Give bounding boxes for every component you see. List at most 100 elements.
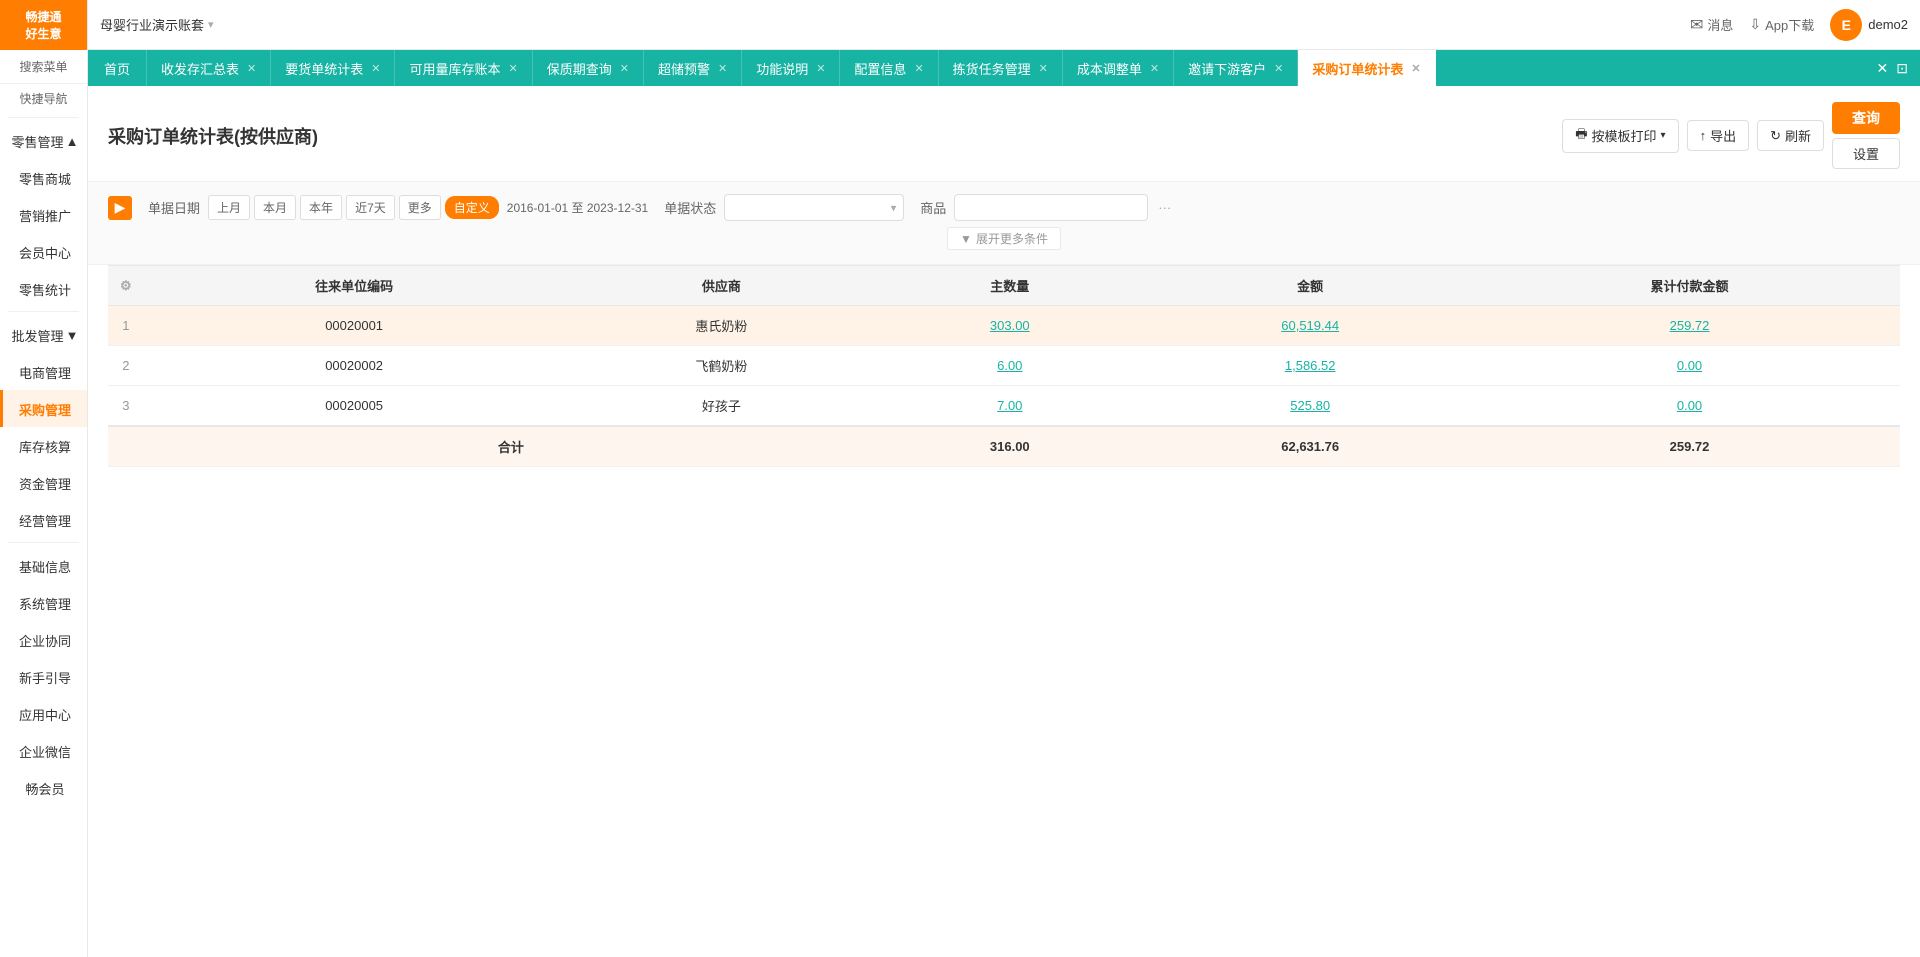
tab-close-cost-adjust[interactable]: ✕ bbox=[1150, 62, 1159, 75]
workspace-dropdown-icon: ▾ bbox=[208, 18, 214, 31]
tab-close-pick-task[interactable]: ✕ bbox=[1039, 62, 1048, 75]
column-settings-icon[interactable]: ⚙ bbox=[120, 278, 132, 293]
footer-empty bbox=[108, 426, 144, 467]
cell-amount-1[interactable]: 60,519.44 bbox=[1141, 306, 1479, 346]
tab-expiry-query[interactable]: 保质期查询 ✕ bbox=[533, 50, 644, 86]
cell-index-3: 3 bbox=[108, 386, 144, 427]
tab-config-info[interactable]: 配置信息 ✕ bbox=[840, 50, 938, 86]
tab-close-expiry-query[interactable]: ✕ bbox=[620, 62, 629, 75]
date-btn-last-month[interactable]: 上月 bbox=[208, 195, 250, 220]
message-button[interactable]: ✉ 消息 bbox=[1690, 15, 1733, 35]
query-button[interactable]: 查询 bbox=[1832, 102, 1900, 134]
tab-pick-task[interactable]: 拣货任务管理 ✕ bbox=[939, 50, 1063, 86]
cell-paid-3[interactable]: 0.00 bbox=[1479, 386, 1900, 427]
cell-supplier-3: 好孩子 bbox=[565, 386, 879, 427]
col-qty: 主数量 bbox=[878, 266, 1141, 306]
refresh-button[interactable]: ↻ 刷新 bbox=[1757, 120, 1824, 151]
cell-amount-3[interactable]: 525.80 bbox=[1141, 386, 1479, 427]
sidebar-item-wholesale[interactable]: 批发管理 ▼ bbox=[0, 316, 87, 353]
sidebar-item-ecommerce[interactable]: 电商管理 bbox=[0, 353, 87, 390]
avatar[interactable]: E bbox=[1830, 9, 1862, 41]
date-range-display: 2016-01-01 至 2023-12-31 bbox=[507, 199, 648, 216]
cell-amount-2[interactable]: 1,586.52 bbox=[1141, 346, 1479, 386]
tab-expand-button[interactable]: ⊡ bbox=[1892, 60, 1912, 77]
table-row: 1 00020001 惠氏奶粉 303.00 60,519.44 259.72 bbox=[108, 306, 1900, 346]
status-select[interactable] bbox=[724, 194, 904, 221]
date-btn-this-month[interactable]: 本月 bbox=[254, 195, 296, 220]
tab-close-purchase-summary[interactable]: ✕ bbox=[1411, 62, 1420, 75]
print-dropdown-icon: ▾ bbox=[1661, 130, 1666, 141]
tab-cost-adjust[interactable]: 成本调整单 ✕ bbox=[1063, 50, 1174, 86]
cell-paid-2[interactable]: 0.00 bbox=[1479, 346, 1900, 386]
goods-input[interactable] bbox=[954, 194, 1148, 221]
sidebar-item-shortcut[interactable]: 快捷导航 bbox=[0, 84, 87, 113]
expand-more-button[interactable]: ▼ 展开更多条件 bbox=[947, 227, 1061, 250]
tab-purchase-summary[interactable]: 采购订单统计表 ✕ bbox=[1298, 50, 1435, 86]
sidebar-item-stock[interactable]: 库存核算 bbox=[0, 427, 87, 464]
tab-goods-summary[interactable]: 要货单统计表 ✕ bbox=[271, 50, 395, 86]
col-amount: 金额 bbox=[1141, 266, 1479, 306]
app-download-button[interactable]: ⇩ App下载 bbox=[1749, 15, 1814, 34]
tabbar: 首页 收发存汇总表 ✕ 要货单统计表 ✕ 可用量库存账本 ✕ 保质期查询 ✕ 超… bbox=[88, 50, 1920, 86]
tab-close-goods-summary[interactable]: ✕ bbox=[371, 62, 380, 75]
message-icon: ✉ bbox=[1690, 15, 1703, 35]
printer-icon: 🖶 bbox=[1575, 125, 1587, 147]
cell-qty-1[interactable]: 303.00 bbox=[878, 306, 1141, 346]
tab-overstock-warning[interactable]: 超储预警 ✕ bbox=[644, 50, 742, 86]
sidebar-item-purchase[interactable]: 采购管理 bbox=[0, 390, 87, 427]
sidebar-item-finance[interactable]: 资金管理 bbox=[0, 464, 87, 501]
sidebar-item-retail-shop[interactable]: 零售商城 bbox=[0, 159, 87, 196]
tab-invite-downstream[interactable]: 邀请下游客户 ✕ bbox=[1174, 50, 1298, 86]
tab-close-overstock-warning[interactable]: ✕ bbox=[718, 62, 727, 75]
tab-close-available-stock[interactable]: ✕ bbox=[509, 62, 518, 75]
cell-paid-1[interactable]: 259.72 bbox=[1479, 306, 1900, 346]
sidebar-item-member[interactable]: 会员中心 bbox=[0, 233, 87, 270]
user-info[interactable]: E demo2 bbox=[1830, 9, 1908, 41]
toggle-filter-button[interactable]: ▶ bbox=[108, 196, 132, 220]
footer-label: 合计 bbox=[144, 426, 879, 467]
page-header: 采购订单统计表(按供应商) 🖶 按模板打印 ▾ ↑ 导出 ↻ 刷新 查询 bbox=[88, 86, 1920, 182]
date-btn-custom[interactable]: 自定义 bbox=[445, 196, 499, 219]
tab-home[interactable]: 首页 bbox=[88, 50, 147, 86]
table-body: 1 00020001 惠氏奶粉 303.00 60,519.44 259.72 … bbox=[108, 306, 1900, 427]
sidebar-item-app-center[interactable]: 应用中心 bbox=[0, 695, 87, 732]
sidebar-item-retail[interactable]: 零售管理 ▲ bbox=[0, 122, 87, 159]
table-header-row: ⚙ 往来单位编码 供应商 主数量 金额 累计付款金额 bbox=[108, 266, 1900, 306]
sidebar: 畅捷通好生意 搜索菜单 快捷导航 零售管理 ▲ 零售商城 营销推广 会员中心 零… bbox=[0, 0, 88, 957]
settings-button[interactable]: 设置 bbox=[1832, 138, 1900, 169]
tab-close-config-info[interactable]: ✕ bbox=[914, 62, 923, 75]
arrow-right-icon: ▶ bbox=[115, 199, 126, 216]
status-filter: 单据状态 bbox=[664, 194, 904, 221]
sidebar-item-base-info[interactable]: 基础信息 bbox=[0, 547, 87, 584]
date-btn-more[interactable]: 更多 bbox=[399, 195, 441, 220]
tab-close-all-button[interactable]: ✕ bbox=[1873, 60, 1893, 77]
tab-close-function-desc[interactable]: ✕ bbox=[816, 62, 825, 75]
cell-qty-3[interactable]: 7.00 bbox=[878, 386, 1141, 427]
date-btn-7days[interactable]: 近7天 bbox=[346, 195, 395, 220]
tab-close-receive-summary[interactable]: ✕ bbox=[247, 62, 256, 75]
export-button[interactable]: ↑ 导出 bbox=[1687, 120, 1750, 151]
workspace-selector[interactable]: 母婴行业演示账套 ▾ bbox=[100, 15, 1682, 34]
tab-close-invite-downstream[interactable]: ✕ bbox=[1274, 62, 1283, 75]
sidebar-item-retail-stats[interactable]: 零售统计 bbox=[0, 270, 87, 307]
sidebar-item-sys[interactable]: 系统管理 bbox=[0, 584, 87, 621]
sidebar-divider-1 bbox=[8, 117, 79, 118]
goods-more-icon[interactable]: ··· bbox=[1158, 200, 1171, 215]
cell-index-2: 2 bbox=[108, 346, 144, 386]
export-icon: ↑ bbox=[1700, 128, 1707, 143]
sidebar-item-marketing[interactable]: 营销推广 bbox=[0, 196, 87, 233]
sidebar-item-new-guide[interactable]: 新手引导 bbox=[0, 658, 87, 695]
sidebar-item-search[interactable]: 搜索菜单 bbox=[0, 50, 87, 84]
print-button[interactable]: 🖶 按模板打印 ▾ bbox=[1562, 119, 1678, 153]
cell-qty-2[interactable]: 6.00 bbox=[878, 346, 1141, 386]
filter-row: ▶ 单据日期 上月 本月 本年 近7天 更多 自定义 2016-01-01 至 … bbox=[108, 194, 1900, 221]
tab-receive-summary[interactable]: 收发存汇总表 ✕ bbox=[147, 50, 271, 86]
sidebar-item-enterprise[interactable]: 企业协同 bbox=[0, 621, 87, 658]
tab-available-stock[interactable]: 可用量库存账本 ✕ bbox=[395, 50, 532, 86]
sidebar-item-enterprise-wechat[interactable]: 企业微信 bbox=[0, 732, 87, 769]
cell-code-3: 00020005 bbox=[144, 386, 565, 427]
sidebar-item-ops[interactable]: 经营管理 bbox=[0, 501, 87, 538]
tab-function-desc[interactable]: 功能说明 ✕ bbox=[742, 50, 840, 86]
date-btn-this-year[interactable]: 本年 bbox=[300, 195, 342, 220]
sidebar-item-member2[interactable]: 畅会员 bbox=[0, 769, 87, 806]
